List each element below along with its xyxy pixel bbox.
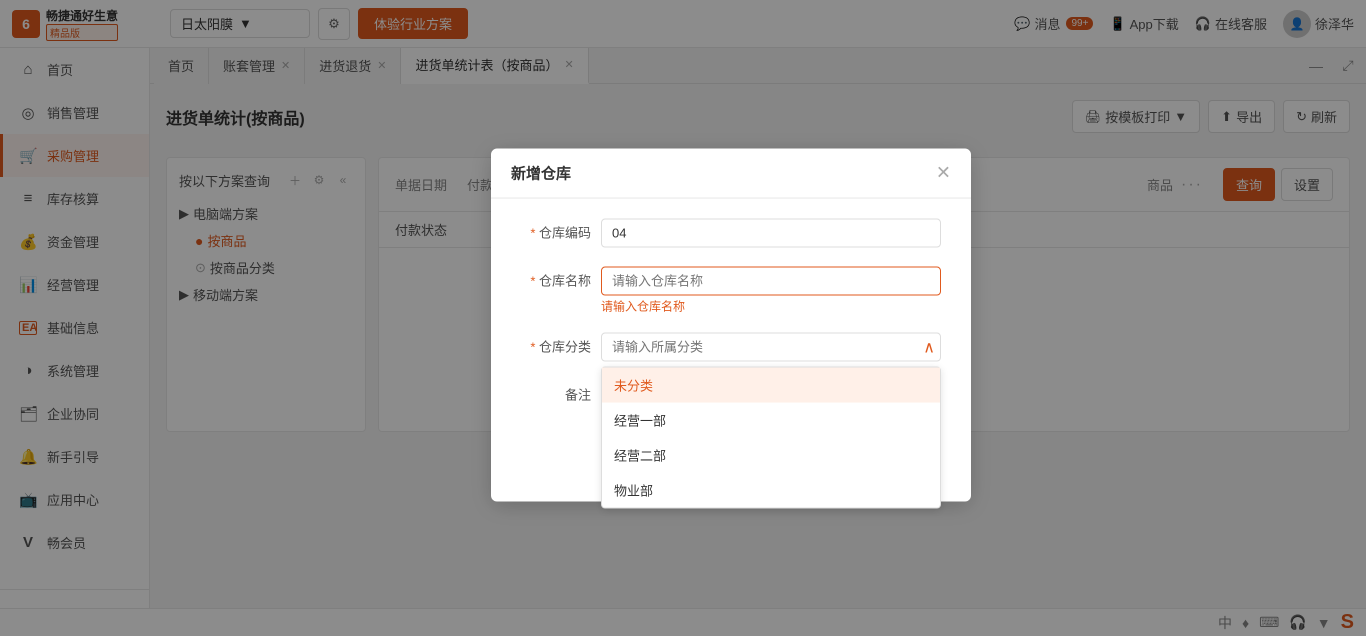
category-dropdown: 未分类 经营一部 经营二部 物业部 bbox=[601, 367, 941, 509]
form-row-category: 仓库分类 ∧ 未分类 经营一部 经营二部 物业部 bbox=[521, 333, 941, 363]
form-row-name: 仓库名称 请输入仓库名称 bbox=[521, 267, 941, 315]
notes-label: 备注 bbox=[521, 381, 601, 411]
category-toggle-icon[interactable]: ∧ bbox=[923, 337, 935, 357]
category-input[interactable] bbox=[601, 333, 941, 362]
category-control: ∧ 未分类 经营一部 经营二部 物业部 bbox=[601, 333, 941, 362]
dropdown-item-property[interactable]: 物业部 bbox=[602, 473, 940, 508]
modal-title: 新增仓库 bbox=[511, 163, 571, 184]
form-row-code: 仓库编码 bbox=[521, 219, 941, 249]
name-input[interactable] bbox=[601, 267, 941, 296]
modal-header: 新增仓库 ✕ bbox=[491, 149, 971, 199]
modal-close-button[interactable]: ✕ bbox=[936, 163, 951, 184]
name-label: 仓库名称 bbox=[521, 267, 601, 297]
modal-body: 仓库编码 仓库名称 请输入仓库名称 仓库分类 ∧ 未分类 经营一 bbox=[491, 199, 971, 449]
code-input[interactable] bbox=[601, 219, 941, 248]
dropdown-item-none[interactable]: 未分类 bbox=[602, 368, 940, 403]
dropdown-item-ops2[interactable]: 经营二部 bbox=[602, 438, 940, 473]
name-control: 请输入仓库名称 bbox=[601, 267, 941, 315]
dropdown-item-ops1[interactable]: 经营一部 bbox=[602, 403, 940, 438]
category-input-wrap: ∧ 未分类 经营一部 经营二部 物业部 bbox=[601, 333, 941, 362]
code-control bbox=[601, 219, 941, 248]
category-label: 仓库分类 bbox=[521, 333, 601, 363]
name-error-msg: 请输入仓库名称 bbox=[601, 298, 941, 315]
code-label: 仓库编码 bbox=[521, 219, 601, 249]
new-warehouse-modal: 新增仓库 ✕ 仓库编码 仓库名称 请输入仓库名称 仓库分类 ∧ bbox=[491, 149, 971, 502]
